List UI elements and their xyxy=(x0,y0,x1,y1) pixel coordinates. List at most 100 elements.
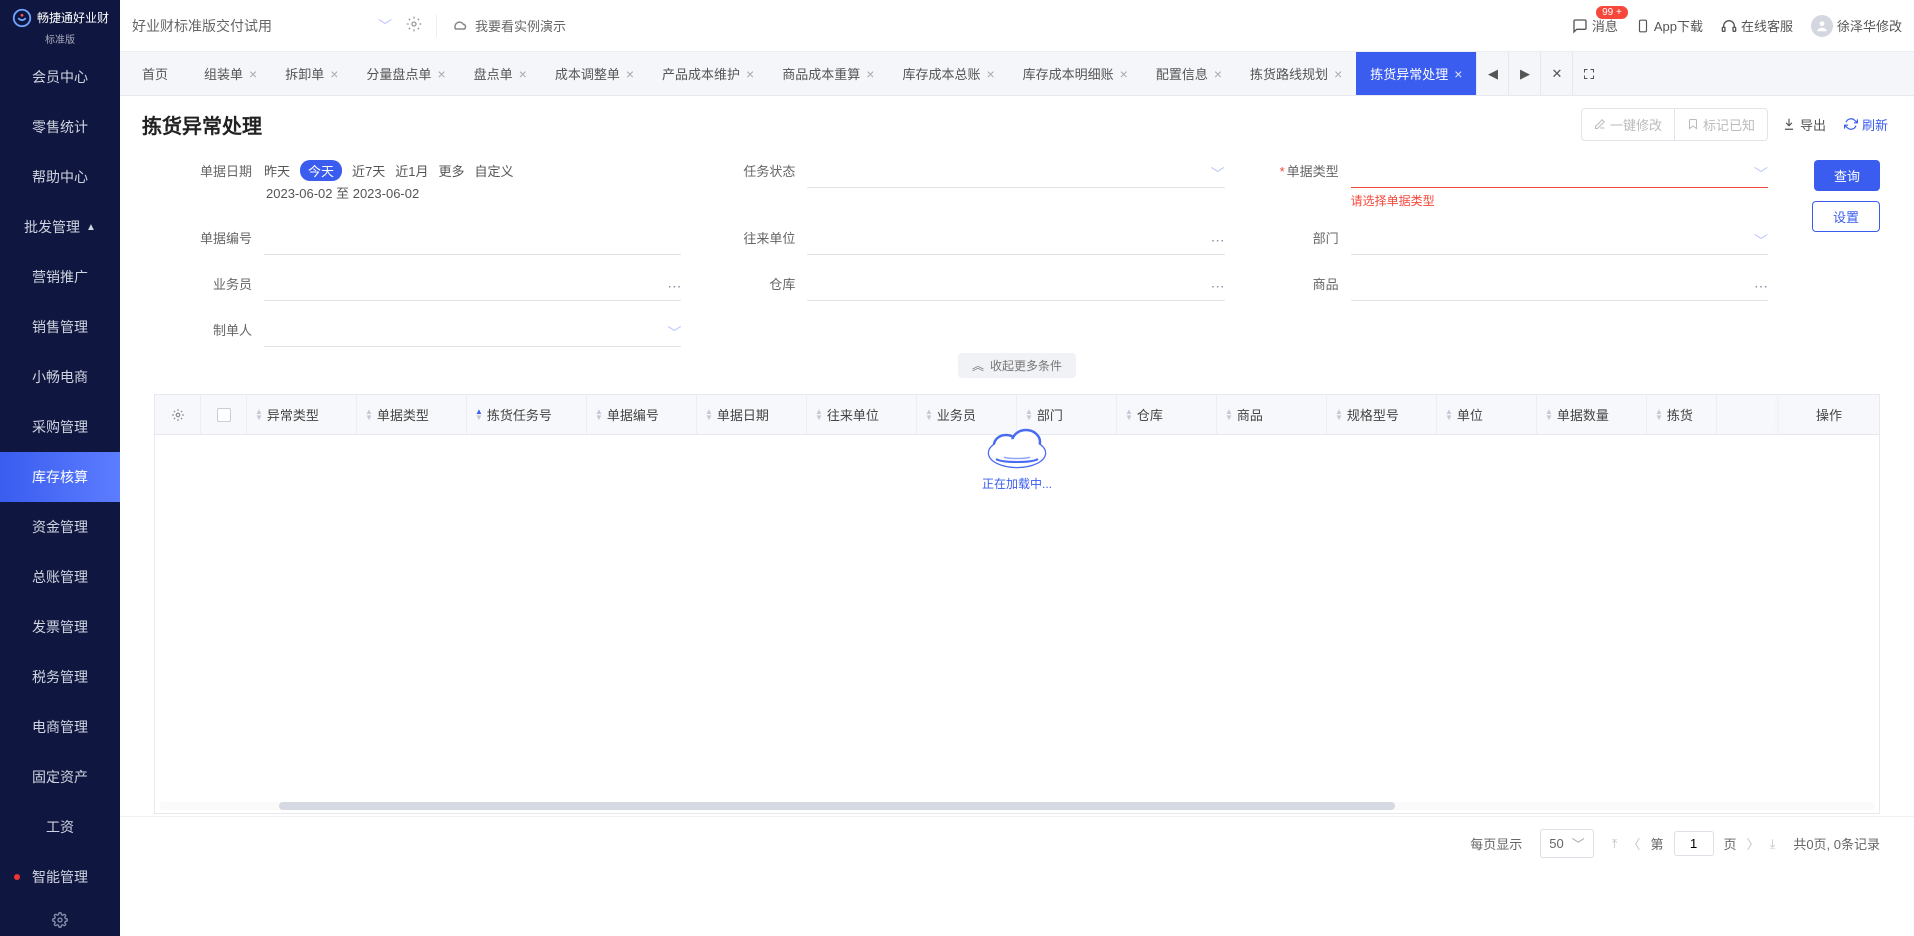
close-icon[interactable]: × xyxy=(1334,66,1342,82)
sidebar-item-wholesale[interactable]: 批发管理▲ xyxy=(0,202,120,252)
more-icon[interactable]: ⋯ xyxy=(1205,232,1225,249)
filter-settings-button[interactable]: 设置 xyxy=(1812,201,1880,232)
demo-link[interactable]: 我要看实例演示 xyxy=(451,16,566,35)
chevron-up-icon: ▲ xyxy=(86,222,96,233)
tab-partial-count[interactable]: 分量盘点单× xyxy=(352,52,459,95)
close-icon[interactable]: × xyxy=(519,66,527,82)
page-input[interactable] xyxy=(1674,831,1714,856)
sidebar-item-purchase[interactable]: 采购管理 xyxy=(0,402,120,452)
tab-config[interactable]: 配置信息× xyxy=(1142,52,1236,95)
sort-icon: ▲▼ xyxy=(815,409,823,421)
tab-pick-route[interactable]: 拣货路线规划× xyxy=(1236,52,1356,95)
page-suffix: 页 xyxy=(1724,834,1737,853)
close-icon[interactable]: × xyxy=(249,66,257,82)
date-opt-1m[interactable]: 近1月 xyxy=(395,161,428,180)
more-icon[interactable]: ⋯ xyxy=(1205,278,1225,295)
sidebar-item-tax[interactable]: 税务管理 xyxy=(0,652,120,702)
sidebar-item-member-center[interactable]: 会员中心 xyxy=(0,52,120,102)
user-menu[interactable]: 徐泽华修改 xyxy=(1811,15,1902,37)
env-settings-button[interactable] xyxy=(406,16,422,35)
close-icon[interactable]: × xyxy=(1120,66,1128,82)
tab-scroll-right[interactable]: ▶ xyxy=(1508,52,1540,95)
close-icon[interactable]: × xyxy=(1214,66,1222,82)
sort-icon: ▲▼ xyxy=(705,409,713,421)
salesman-select[interactable]: ⋯ xyxy=(264,273,681,301)
partner-select[interactable]: ⋯ xyxy=(807,227,1224,255)
sidebar-item-inventory-cost[interactable]: 库存核算 xyxy=(0,452,120,502)
sidebar-item-ledger[interactable]: 总账管理 xyxy=(0,552,120,602)
date-opt-yesterday[interactable]: 昨天 xyxy=(264,161,290,180)
sidebar-item-funds[interactable]: 资金管理 xyxy=(0,502,120,552)
sidebar-item-smart[interactable]: 智能管理 xyxy=(0,852,120,902)
doc-type-select[interactable]: ﹀ xyxy=(1351,160,1768,188)
close-icon[interactable]: × xyxy=(330,66,338,82)
close-icon[interactable]: × xyxy=(986,66,994,82)
sidebar-settings[interactable] xyxy=(0,904,120,936)
creator-select[interactable]: ﹀ xyxy=(264,319,681,347)
sidebar-item-sales[interactable]: 销售管理 xyxy=(0,302,120,352)
tab-inventory-detail[interactable]: 库存成本明细账× xyxy=(1009,52,1142,95)
prev-page-button[interactable]: 〈 xyxy=(1628,834,1641,853)
task-status-select[interactable]: ﹀ xyxy=(807,160,1224,188)
sidebar-item-invoice[interactable]: 发票管理 xyxy=(0,602,120,652)
messages-button[interactable]: 消息 99 + xyxy=(1572,16,1618,35)
support-button[interactable]: 在线客服 xyxy=(1721,16,1793,35)
date-opt-more[interactable]: 更多 xyxy=(439,161,465,180)
tab-close-all[interactable]: ✕ xyxy=(1540,52,1572,95)
tab-disassembly[interactable]: 拆卸单× xyxy=(271,52,352,95)
page-header: 拣货异常处理 一键修改 标记已知 导出 刷新 xyxy=(120,96,1914,152)
warehouse-select[interactable]: ⋯ xyxy=(807,273,1224,301)
date-range-text: 2023-06-02 至 2023-06-02 xyxy=(264,183,681,202)
tab-home[interactable]: 首页 xyxy=(120,52,190,95)
tab-fullscreen[interactable] xyxy=(1572,52,1604,95)
close-icon[interactable]: × xyxy=(866,66,874,82)
brand-icon xyxy=(11,7,33,29)
tab-count[interactable]: 盘点单× xyxy=(460,52,541,95)
gear-icon xyxy=(406,16,422,32)
sidebar-item-fixed-assets[interactable]: 固定资产 xyxy=(0,752,120,802)
date-opt-custom[interactable]: 自定义 xyxy=(475,161,514,180)
tab-product-cost[interactable]: 产品成本维护× xyxy=(648,52,768,95)
dept-select[interactable]: ﹀ xyxy=(1351,227,1768,255)
cloud-icon xyxy=(451,17,469,35)
more-icon[interactable]: ⋯ xyxy=(661,278,681,295)
sidebar-item-marketing[interactable]: 营销推广 xyxy=(0,252,120,302)
sidebar-item-ecommerce[interactable]: 电商管理 xyxy=(0,702,120,752)
tab-cost-adjust[interactable]: 成本调整单× xyxy=(541,52,648,95)
page-size-select[interactable]: 50﹀ xyxy=(1540,829,1593,858)
sidebar-item-retail-stats[interactable]: 零售统计 xyxy=(0,102,120,152)
tab-pick-exception[interactable]: 拣货异常处理× xyxy=(1356,52,1476,95)
query-button[interactable]: 查询 xyxy=(1814,160,1880,191)
horizontal-scrollbar[interactable] xyxy=(155,799,1879,813)
doc-no-input[interactable] xyxy=(264,227,681,255)
tab-goods-cost-recalc[interactable]: 商品成本重算× xyxy=(768,52,888,95)
tab-inventory-ledger[interactable]: 库存成本总账× xyxy=(888,52,1008,95)
date-opt-today[interactable]: 今天 xyxy=(300,160,342,181)
close-icon[interactable]: × xyxy=(437,66,445,82)
sidebar-item-ecommerce-xc[interactable]: 小畅电商 xyxy=(0,352,120,402)
app-download-button[interactable]: App下载 xyxy=(1636,16,1703,35)
date-opt-7d[interactable]: 近7天 xyxy=(352,161,385,180)
environment-label: 好业财标准版交付试用 xyxy=(132,16,272,36)
sidebar-item-help-center[interactable]: 帮助中心 xyxy=(0,152,120,202)
scrollbar-thumb[interactable] xyxy=(279,802,1394,810)
environment-select[interactable]: 好业财标准版交付试用 ﹀ xyxy=(132,16,392,36)
tab-scroll-left[interactable]: ◀ xyxy=(1476,52,1508,95)
brand-text: 畅捷通好业财 xyxy=(37,9,109,26)
sidebar-item-business[interactable]: 经营管理 xyxy=(0,902,120,904)
collapse-filters-button[interactable]: ︽ 收起更多条件 xyxy=(958,353,1076,378)
tab-assembly[interactable]: 组装单× xyxy=(190,52,271,95)
last-page-button[interactable]: ⤓ xyxy=(1770,836,1776,852)
page-size-label: 每页显示 xyxy=(1470,834,1522,853)
product-select[interactable]: ⋯ xyxy=(1351,273,1768,301)
sidebar-item-salary[interactable]: 工资 xyxy=(0,802,120,852)
close-icon[interactable]: × xyxy=(1454,66,1462,82)
export-button[interactable]: 导出 xyxy=(1778,109,1830,140)
close-icon[interactable]: × xyxy=(626,66,634,82)
first-page-button[interactable]: ⤒ xyxy=(1612,836,1618,852)
refresh-button[interactable]: 刷新 xyxy=(1840,109,1892,140)
close-icon[interactable]: × xyxy=(746,66,754,82)
export-icon xyxy=(1782,117,1796,131)
more-icon[interactable]: ⋯ xyxy=(1748,278,1768,295)
next-page-button[interactable]: 〉 xyxy=(1747,834,1760,853)
